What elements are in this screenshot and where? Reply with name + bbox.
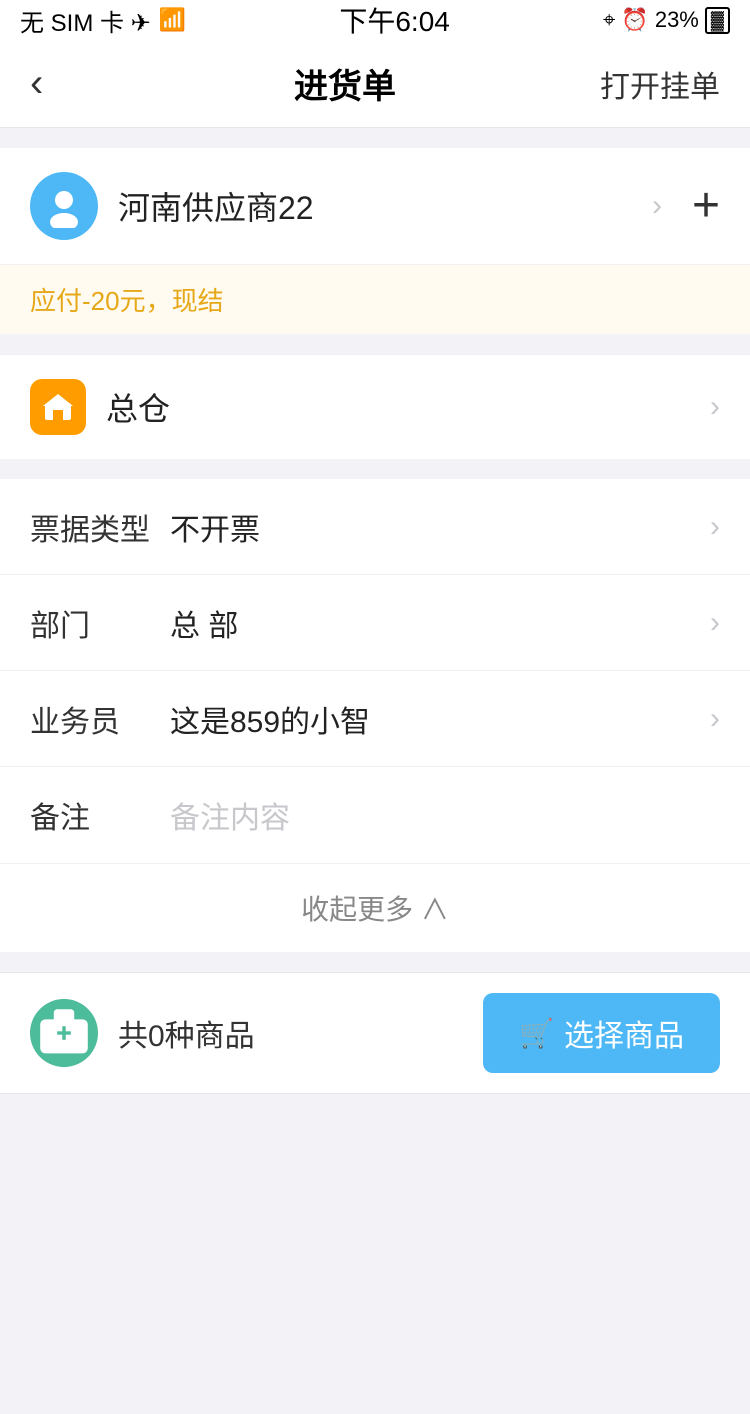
remark-row[interactable]: 备注 备注内容 [0,767,750,863]
remark-label: 备注 [30,793,160,837]
chevron-right-icon: › [710,510,720,544]
warehouse-row[interactable]: 总仓 › [0,354,750,459]
remark-input[interactable]: 备注内容 [160,793,720,837]
page-title: 进货单 [294,59,396,108]
invoice-type-row[interactable]: 票据类型 不开票 › [0,479,750,575]
warehouse-name: 总仓 [106,384,710,430]
warehouse-icon [30,379,86,435]
chevron-right-icon: › [710,702,720,736]
staff-row[interactable]: 业务员 这是859的小智 › [0,671,750,767]
empty-area [0,1094,750,1414]
chevron-right-icon: › [710,606,720,640]
status-left: 无 SIM 卡 ✈ 📶 [20,3,186,38]
nav-bar: ‹ 进货单 打开挂单 [0,40,750,128]
chevron-right-icon: › [652,189,662,223]
alarm-icon: ⏰ [621,7,648,33]
dept-value: 总 部 [160,601,710,645]
invoice-label: 票据类型 [30,505,160,549]
product-count: 共0种商品 [118,1011,483,1055]
supplier-card: 河南供应商22 › + 应付-20元，现结 [0,148,750,334]
open-pending-button[interactable]: 打开挂单 [600,62,720,106]
product-bar: 共0种商品 🛒 选择商品 [0,972,750,1094]
product-icon [30,999,98,1067]
notice-banner: 应付-20元，现结 [0,265,750,334]
select-product-button[interactable]: 🛒 选择商品 [483,993,720,1073]
battery-text: 23% [655,7,699,33]
cart-icon: 🛒 [519,1017,554,1050]
divider-top [0,128,750,148]
invoice-value: 不开票 [160,505,710,549]
form-section: 票据类型 不开票 › 部门 总 部 › 业务员 这是859的小智 › 备注 备注… [0,479,750,952]
add-supplier-button[interactable]: + [692,182,720,230]
collapse-button[interactable]: 收起更多 ∧ [0,863,750,952]
dept-label: 部门 [30,601,160,645]
chevron-right-icon: › [710,390,720,424]
wifi-icon: 📶 [159,7,186,33]
battery-icon: ▓ [705,7,730,34]
status-right: ⌖ ⏰ 23% ▓ [603,7,730,34]
supplier-row[interactable]: 河南供应商22 › + [0,148,750,265]
supplier-name: 河南供应商22 [118,183,652,229]
signal-text: 无 SIM 卡 ✈ [20,3,151,38]
avatar [30,172,98,240]
select-btn-label: 选择商品 [564,1011,684,1055]
status-bar: 无 SIM 卡 ✈ 📶 下午6:04 ⌖ ⏰ 23% ▓ [0,0,750,40]
status-time: 下午6:04 [339,0,450,40]
back-button[interactable]: ‹ [30,61,90,106]
dept-row[interactable]: 部门 总 部 › [0,575,750,671]
location-icon: ⌖ [603,7,615,33]
staff-label: 业务员 [30,697,160,741]
divider-warehouse [0,334,750,354]
staff-value: 这是859的小智 [160,697,710,741]
